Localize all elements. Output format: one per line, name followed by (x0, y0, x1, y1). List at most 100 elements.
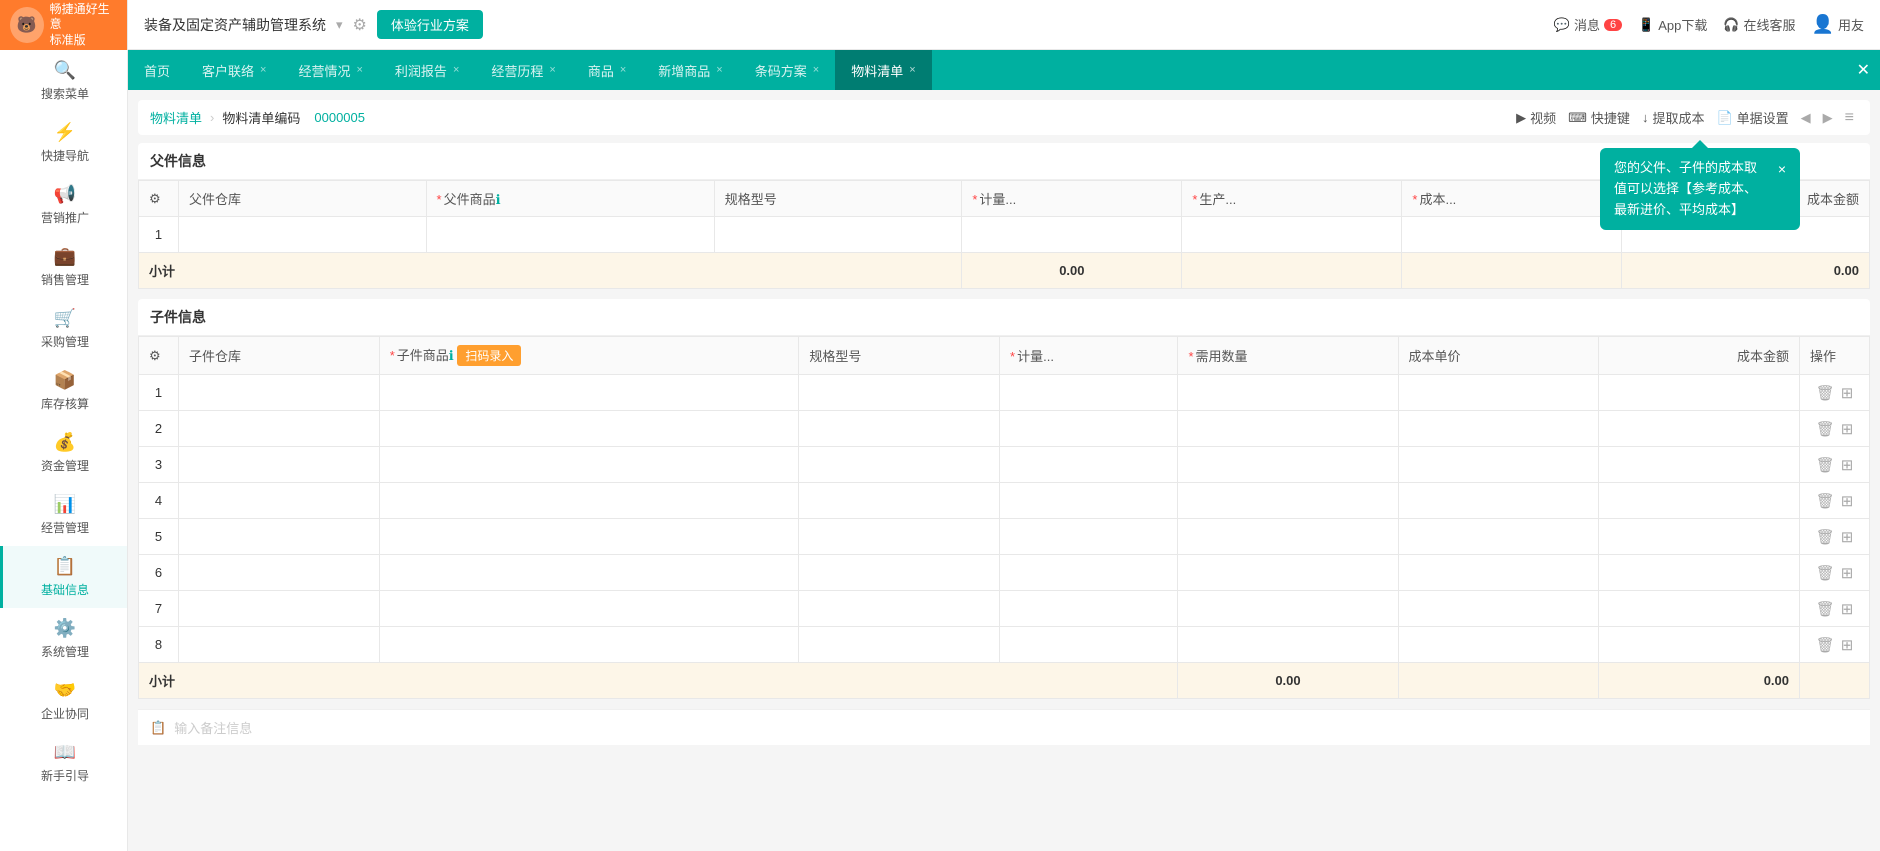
child-unitprice-2[interactable] (1398, 411, 1599, 447)
child-product-2[interactable] (379, 411, 799, 447)
tab-close-newgoods[interactable]: × (716, 64, 722, 76)
child-spec-2[interactable] (799, 411, 1000, 447)
copy-icon-8[interactable]: ⊞ (1841, 636, 1854, 654)
copy-icon-5[interactable]: ⊞ (1841, 528, 1854, 546)
user-avatar[interactable]: 👤 用友 (1812, 14, 1864, 35)
sidebar-item-inventory[interactable]: 📦库存核算 (0, 360, 127, 422)
child-unit-3[interactable] (1000, 447, 1178, 483)
child-unitprice-3[interactable] (1398, 447, 1599, 483)
child-needed-1[interactable] (1178, 375, 1398, 411)
sidebar-item-coop[interactable]: 🤝企业协同 (0, 670, 127, 732)
copy-icon-6[interactable]: ⊞ (1841, 564, 1854, 582)
child-amount-3[interactable] (1599, 447, 1800, 483)
child-needed-3[interactable] (1178, 447, 1398, 483)
sidebar-item-system[interactable]: ⚙️系统管理 (0, 608, 127, 670)
sidebar-item-sales[interactable]: 💼销售管理 (0, 236, 127, 298)
child-warehouse-7[interactable] (179, 591, 380, 627)
sidebar-item-quicknav[interactable]: ⚡快捷导航 (0, 112, 127, 174)
child-needed-8[interactable] (1178, 627, 1398, 663)
delete-icon-6[interactable]: 🗑 (1816, 564, 1835, 582)
child-unit-1[interactable] (1000, 375, 1178, 411)
sidebar-item-guide[interactable]: 📖新手引导 (0, 732, 127, 794)
tab-close-bom[interactable]: × (909, 64, 915, 76)
child-warehouse-8[interactable] (179, 627, 380, 663)
delete-icon-8[interactable]: 🗑 (1816, 636, 1835, 654)
child-unit-6[interactable] (1000, 555, 1178, 591)
delete-icon-5[interactable]: 🗑 (1816, 528, 1835, 546)
child-needed-5[interactable] (1178, 519, 1398, 555)
delete-icon-7[interactable]: 🗑 (1816, 600, 1835, 618)
sidebar-item-finance[interactable]: 💰资金管理 (0, 422, 127, 484)
nav-tab-home[interactable]: 首页 (128, 50, 186, 90)
nav-tab-bom[interactable]: 物料清单 × (835, 50, 931, 90)
child-product-6[interactable] (379, 555, 799, 591)
nav-right-icon[interactable]: ▶ (1823, 110, 1833, 126)
child-th-gear[interactable]: ⚙ (139, 337, 179, 375)
online-service-button[interactable]: 🎧 在线客服 (1723, 15, 1795, 34)
child-unitprice-7[interactable] (1398, 591, 1599, 627)
nav-tab-operations[interactable]: 经营情况 × (282, 50, 378, 90)
child-spec-8[interactable] (799, 627, 1000, 663)
tab-close-operations[interactable]: × (356, 64, 362, 76)
child-needed-6[interactable] (1178, 555, 1398, 591)
parent-spec-cell[interactable] (714, 217, 962, 253)
child-warehouse-3[interactable] (179, 447, 380, 483)
child-product-1[interactable] (379, 375, 799, 411)
breadcrumb-list[interactable]: 物料清单 (150, 108, 202, 127)
child-unit-8[interactable] (1000, 627, 1178, 663)
nav-tab-barcode[interactable]: 条码方案 × (739, 50, 835, 90)
trial-button[interactable]: 体验行业方案 (377, 10, 483, 39)
parent-produce-cell[interactable] (1182, 217, 1402, 253)
child-unit-7[interactable] (1000, 591, 1178, 627)
nav-tab-customer[interactable]: 客户联络 × (186, 50, 282, 90)
sidebar-item-basic[interactable]: 📋基础信息 (0, 546, 127, 608)
tooltip-close-button[interactable]: × (1778, 158, 1786, 180)
child-unitprice-6[interactable] (1398, 555, 1599, 591)
child-amount-8[interactable] (1599, 627, 1800, 663)
child-warehouse-6[interactable] (179, 555, 380, 591)
nav-tab-newgoods[interactable]: 新增商品 × (642, 50, 738, 90)
close-all-icon[interactable]: ✕ (1847, 60, 1880, 80)
message-button[interactable]: 💬 消息 6 (1554, 15, 1622, 34)
extract-cost-toolbar-item[interactable]: ↓ 提取成本 (1642, 108, 1705, 127)
grid-view-icon[interactable]: ≡ (1845, 109, 1854, 127)
tab-close-customer[interactable]: × (260, 64, 266, 76)
sidebar-item-marketing[interactable]: 📢营销推广 (0, 174, 127, 236)
video-toolbar-item[interactable]: ▶ 视频 (1516, 108, 1556, 127)
shortcut-toolbar-item[interactable]: ⌨ 快捷键 (1568, 108, 1630, 127)
child-product-4[interactable] (379, 483, 799, 519)
child-unitprice-5[interactable] (1398, 519, 1599, 555)
tab-close-history[interactable]: × (549, 64, 555, 76)
nav-tab-profit[interactable]: 利润报告 × (379, 50, 475, 90)
child-unit-4[interactable] (1000, 483, 1178, 519)
child-amount-2[interactable] (1599, 411, 1800, 447)
child-spec-6[interactable] (799, 555, 1000, 591)
child-warehouse-5[interactable] (179, 519, 380, 555)
child-unitprice-1[interactable] (1398, 375, 1599, 411)
child-amount-7[interactable] (1599, 591, 1800, 627)
child-needed-7[interactable] (1178, 591, 1398, 627)
child-unit-5[interactable] (1000, 519, 1178, 555)
tab-close-goods[interactable]: × (620, 64, 626, 76)
child-warehouse-2[interactable] (179, 411, 380, 447)
dropdown-arrow-icon[interactable]: ▾ (336, 17, 343, 33)
child-spec-5[interactable] (799, 519, 1000, 555)
app-download-button[interactable]: 📱 App下载 (1638, 15, 1707, 34)
child-needed-4[interactable] (1178, 483, 1398, 519)
child-amount-6[interactable] (1599, 555, 1800, 591)
delete-icon-2[interactable]: 🗑 (1816, 420, 1835, 438)
sidebar-item-search[interactable]: 🔍搜索菜单 (0, 50, 127, 112)
tab-close-barcode[interactable]: × (813, 64, 819, 76)
parent-product-cell[interactable] (426, 217, 714, 253)
child-spec-4[interactable] (799, 483, 1000, 519)
child-unitprice-8[interactable] (1398, 627, 1599, 663)
child-product-7[interactable] (379, 591, 799, 627)
sidebar-item-purchase[interactable]: 🛒采购管理 (0, 298, 127, 360)
delete-icon-3[interactable]: 🗑 (1816, 456, 1835, 474)
child-product-3[interactable] (379, 447, 799, 483)
parent-unit-cell[interactable] (962, 217, 1182, 253)
child-amount-5[interactable] (1599, 519, 1800, 555)
parent-warehouse-cell[interactable] (179, 217, 427, 253)
child-amount-1[interactable] (1599, 375, 1800, 411)
copy-icon-2[interactable]: ⊞ (1841, 420, 1854, 438)
